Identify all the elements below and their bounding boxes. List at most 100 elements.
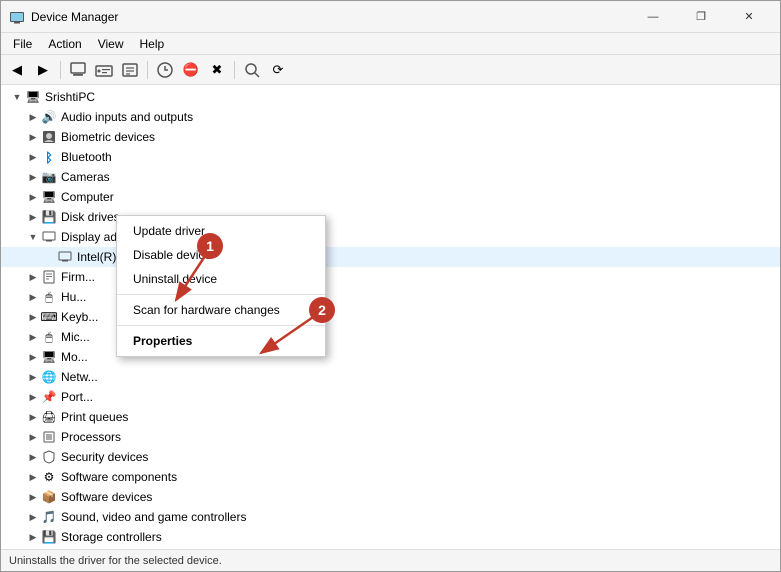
list-item[interactable]: ▶ 📷 Cameras [1,167,780,187]
expand-icon[interactable]: ▶ [25,329,41,345]
list-item[interactable]: ▶ 🖥 Computer [1,187,780,207]
expand-icon[interactable]: ▶ [25,189,41,205]
item-label: Storage controllers [61,530,162,544]
menu-file[interactable]: File [5,35,40,53]
storage-icon: 💾 [41,529,57,545]
expand-icon[interactable]: ▶ [25,289,41,305]
ctx-separator-2 [117,325,325,326]
item-label: Processors [61,430,121,444]
expand-icon[interactable]: ▶ [25,469,41,485]
expand-icon[interactable]: ▶ [25,389,41,405]
uninstall-btn[interactable]: ✖ [205,58,229,82]
expand-icon[interactable]: ▶ [25,509,41,525]
update-driver-btn[interactable] [153,58,177,82]
menu-view[interactable]: View [90,35,132,53]
software-devices-item[interactable]: ▶ 📦 Software devices [1,487,780,507]
toolbar: ◀ ▶ ⛔ ✖ ⟳ [1,55,780,85]
back-button[interactable]: ◀ [5,58,29,82]
disk-icon: 💾 [41,209,57,225]
item-label: Hu... [61,290,86,304]
expand-icon[interactable]: ▶ [25,449,41,465]
context-menu: Update driver Disable device Uninstall d… [116,215,326,357]
list-item[interactable]: ▶ 🖥 System devices [1,547,780,549]
list-item[interactable]: ▶ 📌 Port... [1,387,780,407]
menu-help[interactable]: Help [132,35,173,53]
window-title: Device Manager [31,10,630,24]
camera-icon: 📷 [41,169,57,185]
hid-icon: 🖱 [41,289,57,305]
disable-btn[interactable]: ⛔ [179,58,203,82]
monitor-icon: 🖥 [41,349,57,365]
expand-icon[interactable]: ▶ [25,149,41,165]
list-item[interactable]: ▶ Biometric devices [1,127,780,147]
network-btn[interactable] [92,58,116,82]
close-button[interactable]: ✕ [726,1,772,33]
expand-icon[interactable]: ▶ [25,169,41,185]
ctx-uninstall-device[interactable]: Uninstall device [117,267,325,291]
tree-root[interactable]: ▼ 🖥 SrishtiPC [1,87,780,107]
expand-icon[interactable]: ▶ [25,309,41,325]
expand-icon[interactable]: ▶ [25,489,41,505]
ctx-update-driver[interactable]: Update driver [117,219,325,243]
toolbar-separator-1 [60,61,61,79]
ctx-properties[interactable]: Properties [117,329,325,353]
menu-action[interactable]: Action [40,35,89,53]
sound-icon: 🎵 [41,509,57,525]
forward-button[interactable]: ▶ [31,58,55,82]
list-item[interactable]: ▶ 🌐 Netw... [1,367,780,387]
expand-icon[interactable]: ▶ [25,429,41,445]
properties-btn[interactable] [118,58,142,82]
item-label: Security devices [61,450,148,464]
item-label: Keyb... [61,310,98,324]
title-bar: Device Manager — ❐ ✕ [1,1,780,33]
expand-icon[interactable]: ▶ [25,409,41,425]
list-item[interactable]: ▶ 🖨 Print queues [1,407,780,427]
minimize-button[interactable]: — [630,1,676,33]
list-item[interactable]: ▶ 🔊 Audio inputs and outputs [1,107,780,127]
item-label: Port... [61,390,93,404]
expand-icon[interactable]: ▼ [25,229,41,245]
expand-icon[interactable]: ▶ [25,109,41,125]
item-label: Firm... [61,270,95,284]
expand-icon[interactable] [41,249,57,265]
ports-icon: 📌 [41,389,57,405]
expand-root[interactable]: ▼ [9,89,25,105]
item-label: Cameras [61,170,110,184]
print-icon: 🖨 [41,409,57,425]
device-manager-window: Device Manager — ❐ ✕ File Action View He… [0,0,781,572]
list-item[interactable]: ▶ 🎵 Sound, video and game controllers [1,507,780,527]
keyboard-icon: ⌨ [41,309,57,325]
display-icon [41,229,57,245]
ctx-scan-hardware[interactable]: Scan for hardware changes [117,298,325,322]
bluetooth-icon: ᛒ [41,149,57,165]
security-icon [41,449,57,465]
mice-icon: 🖱 [41,329,57,345]
root-label: SrishtiPC [45,90,95,104]
scan-btn[interactable] [240,58,264,82]
computer-icon-btn[interactable] [66,58,90,82]
item-label: Software components [61,470,177,484]
software-components-item[interactable]: ▶ ⚙ Software components [1,467,780,487]
item-label: Biometric devices [61,130,155,144]
item-label: Mo... [61,350,88,364]
expand-icon[interactable]: ▶ [25,369,41,385]
toolbar-separator-2 [147,61,148,79]
list-item[interactable]: ▶ 💾 Storage controllers [1,527,780,547]
security-devices-item[interactable]: ▶ Security devices [1,447,780,467]
maximize-button[interactable]: ❐ [678,1,724,33]
expand-icon[interactable]: ▶ [25,209,41,225]
audio-icon: 🔊 [41,109,57,125]
bluetooth-item[interactable]: ▶ ᛒ Bluetooth [1,147,780,167]
expand-icon[interactable]: ▶ [25,129,41,145]
list-item[interactable]: ▶ Processors [1,427,780,447]
expand-icon[interactable]: ▶ [25,529,41,545]
expand-icon[interactable]: ▶ [25,349,41,365]
item-label: Netw... [61,370,98,384]
firmware-icon [41,269,57,285]
item-label: Disk drives [61,210,120,224]
refresh-btn[interactable]: ⟳ [266,58,290,82]
computer-icon: 🖥 [25,89,41,105]
ctx-disable-device[interactable]: Disable device [117,243,325,267]
item-label: Computer [61,190,114,204]
expand-icon[interactable]: ▶ [25,269,41,285]
